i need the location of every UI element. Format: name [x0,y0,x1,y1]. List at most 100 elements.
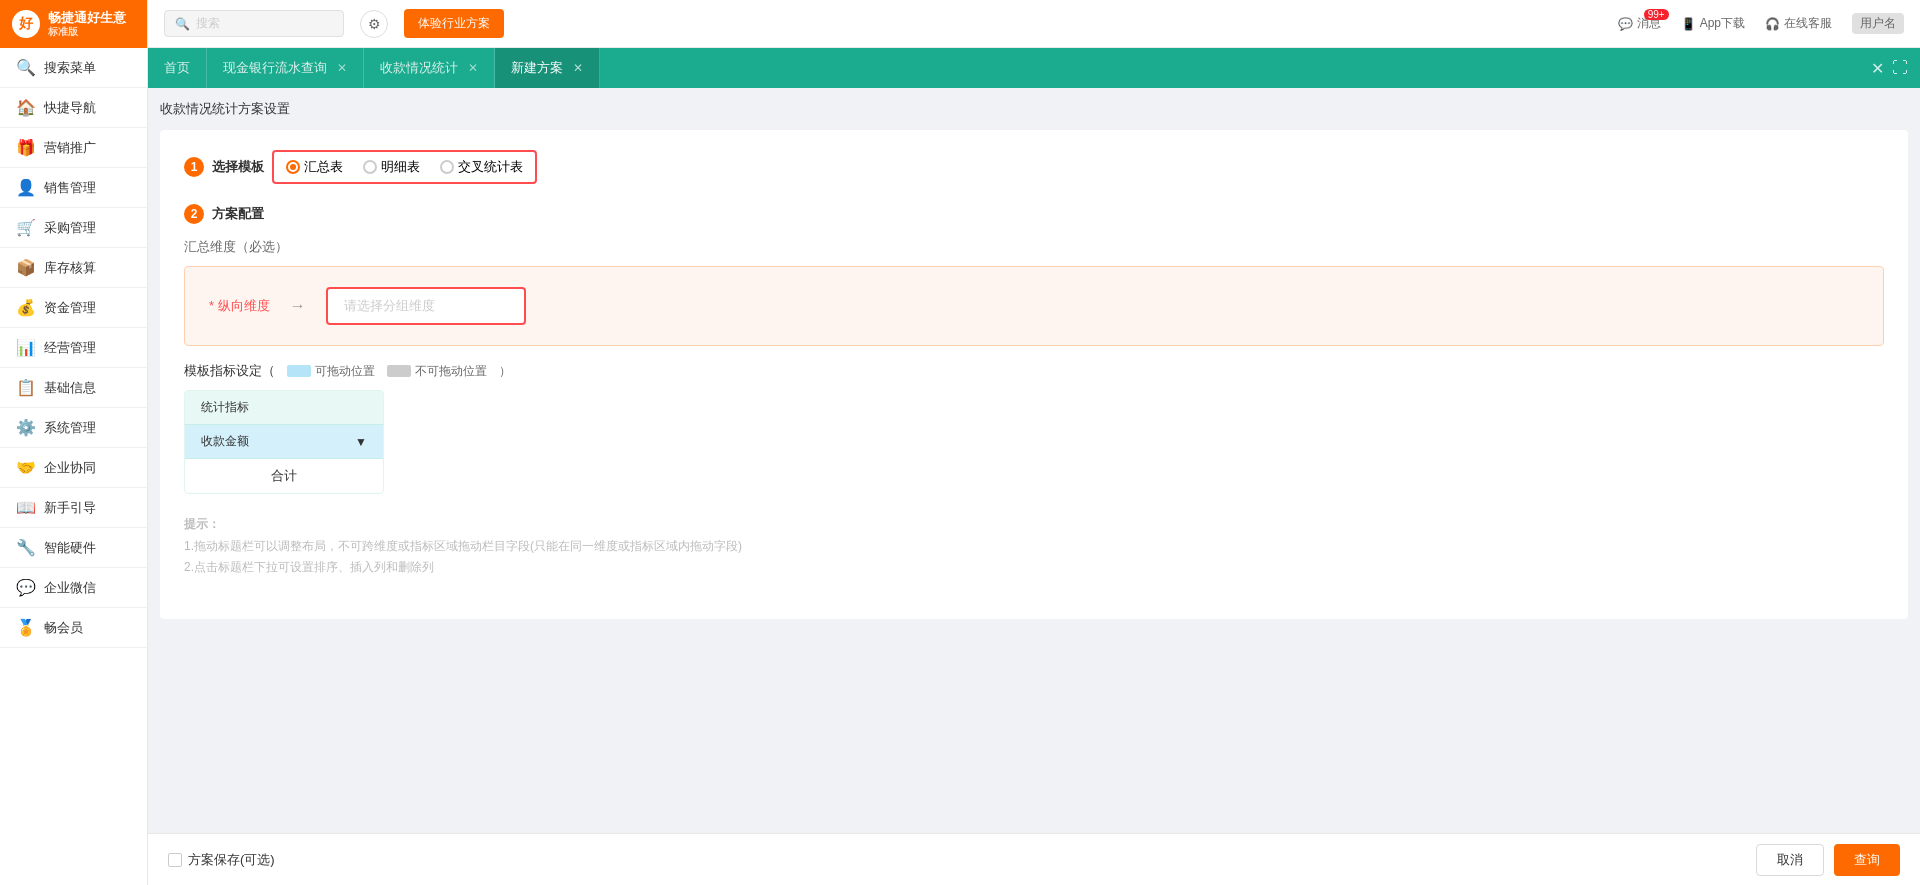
save-label: 方案保存(可选) [188,851,275,869]
legend-close: ） [499,363,511,380]
tabbar: 首页 现金银行流水查询 ✕ 收款情况统计 ✕ 新建方案 ✕ ✕ ⛶ [148,48,1920,88]
fixed-legend-dot [387,365,411,377]
settings-button[interactable]: ⚙ [360,10,388,38]
sidebar-item-purchase[interactable]: 🛒 采购管理 [0,208,147,248]
sidebar-item-inventory[interactable]: 📦 库存核算 [0,248,147,288]
section1-title: 选择模板 [212,158,264,176]
notification-button[interactable]: 💬 消息 99+ [1618,15,1661,32]
tab-collection-stat[interactable]: 收款情况统计 ✕ [364,48,495,88]
trial-button[interactable]: 体验行业方案 [404,9,504,38]
sidebar-item-member[interactable]: 🏅 畅会员 [0,608,147,648]
search-icon: 🔍 [175,17,190,31]
metrics-col-header[interactable]: 收款金额 ▼ [185,425,383,459]
radio-summary-label: 汇总表 [304,158,343,176]
sidebar-item-label: 库存核算 [44,259,96,277]
sidebar-item-sales[interactable]: 👤 销售管理 [0,168,147,208]
radio-cross-dot [440,160,454,174]
sidebar-item-newbie[interactable]: 📖 新手引导 [0,488,147,528]
tips-line2: 2.点击标题栏下拉可设置排序、插入列和删除列 [184,557,1884,579]
user-avatar[interactable]: 用户名 [1852,13,1904,34]
tab-bank-flow-close[interactable]: ✕ [337,61,347,75]
sidebar-item-corp-wechat[interactable]: 💬 企业微信 [0,568,147,608]
topbar-right: 💬 消息 99+ 📱 App下载 🎧 在线客服 用户名 [1618,13,1904,34]
metrics-table: 统计指标 收款金额 ▼ 合计 [184,390,384,494]
radio-summary[interactable]: 汇总表 [286,158,343,176]
sidebar-item-quick-nav[interactable]: 🏠 快捷导航 [0,88,147,128]
section2-num: 2 [184,204,204,224]
main-card: 1 选择模板 汇总表 明细表 交叉统计表 [160,130,1908,619]
logo-sub: 标准版 [48,26,126,38]
sidebar-item-label: 企业协同 [44,459,96,477]
content-area: 收款情况统计方案设置 1 选择模板 汇总表 明细表 [148,88,1920,833]
sidebar-item-corp-collab[interactable]: 🤝 企业协同 [0,448,147,488]
metrics-total-row: 合计 [185,459,383,493]
gift-icon: 🎁 [16,138,36,157]
tips-line1: 1.拖动标题栏可以调整布局，不可跨维度或指标区域拖动栏目字段(只能在同一维度或指… [184,536,1884,558]
notification-badge: 99+ [1644,9,1669,20]
sidebar-item-system[interactable]: ⚙️ 系统管理 [0,408,147,448]
sidebar-item-finance[interactable]: 💰 资金管理 [0,288,147,328]
radio-summary-dot [286,160,300,174]
sidebar-item-base-info[interactable]: 📋 基础信息 [0,368,147,408]
search-menu-icon: 🔍 [16,58,36,77]
section-config: 2 方案配置 汇总维度（必选） * 纵向维度 → 请选择分组维度 模板指标设定（ [184,204,1884,579]
notification-icon: 💬 [1618,17,1633,31]
money-icon: 💰 [16,298,36,317]
logo-text: 畅捷通好生意 [48,10,126,26]
support-label: 在线客服 [1784,15,1832,32]
gear-icon: ⚙️ [16,418,36,437]
tab-new-plan-close[interactable]: ✕ [573,61,583,75]
radio-detail[interactable]: 明细表 [363,158,420,176]
download-icon: 📱 [1681,17,1696,31]
tab-new-plan[interactable]: 新建方案 ✕ [495,48,600,88]
sidebar-item-label: 搜索菜单 [44,59,96,77]
box-icon: 📦 [16,258,36,277]
bottom-actions: 取消 查询 [1756,844,1900,876]
user-text: 用户名 [1860,16,1896,30]
bottom-bar: 方案保存(可选) 取消 查询 [148,833,1920,885]
stats-label: 统计指标 [201,399,249,416]
sidebar-item-operations[interactable]: 📊 经营管理 [0,328,147,368]
dim-select[interactable]: 请选择分组维度 [326,287,526,325]
tab-collection-label: 收款情况统计 [380,59,458,77]
tab-bank-flow-label: 现金银行流水查询 [223,59,327,77]
sidebar-item-label: 经营管理 [44,339,96,357]
home-icon: 🏠 [16,98,36,117]
section2-title: 方案配置 [212,205,264,223]
page-title: 收款情况统计方案设置 [160,100,1908,118]
sidebar-item-label: 基础信息 [44,379,96,397]
radio-cross-label: 交叉统计表 [458,158,523,176]
radio-cross[interactable]: 交叉统计表 [440,158,523,176]
support-button[interactable]: 🎧 在线客服 [1765,15,1832,32]
sidebar-item-marketing[interactable]: 🎁 营销推广 [0,128,147,168]
chat-icon: 💬 [16,578,36,597]
download-label: App下载 [1700,15,1745,32]
sidebar-item-smart-hw[interactable]: 🔧 智能硬件 [0,528,147,568]
cancel-button[interactable]: 取消 [1756,844,1824,876]
metrics-total-label: 合计 [271,468,297,483]
search-input[interactable]: 🔍 搜索 [164,10,344,37]
sidebar-item-label: 营销推广 [44,139,96,157]
sidebar-item-label: 销售管理 [44,179,96,197]
metrics-area: 统计指标 收款金额 ▼ 合计 [184,390,1884,494]
sidebar-item-search-menu[interactable]: 🔍 搜索菜单 [0,48,147,88]
support-icon: 🎧 [1765,17,1780,31]
close-window-button[interactable]: ✕ [1871,59,1884,78]
sidebar-item-label: 智能硬件 [44,539,96,557]
col-header-dropdown[interactable]: ▼ [355,435,367,449]
query-button[interactable]: 查询 [1834,844,1900,876]
dim-arrow: → [290,297,306,315]
section1-num: 1 [184,157,204,177]
tab-bank-flow[interactable]: 现金银行流水查询 ✕ [207,48,364,88]
handshake-icon: 🤝 [16,458,36,477]
tab-home[interactable]: 首页 [148,48,207,88]
maximize-window-button[interactable]: ⛶ [1892,59,1908,77]
download-button[interactable]: 📱 App下载 [1681,15,1745,32]
save-checkbox[interactable] [168,853,182,867]
row-dim-label: * 纵向维度 [209,297,270,315]
cart-icon: 🛒 [16,218,36,237]
tab-collection-close[interactable]: ✕ [468,61,478,75]
medal-icon: 🏅 [16,618,36,637]
sidebar-item-label: 快捷导航 [44,99,96,117]
section2-header: 2 方案配置 [184,204,1884,224]
